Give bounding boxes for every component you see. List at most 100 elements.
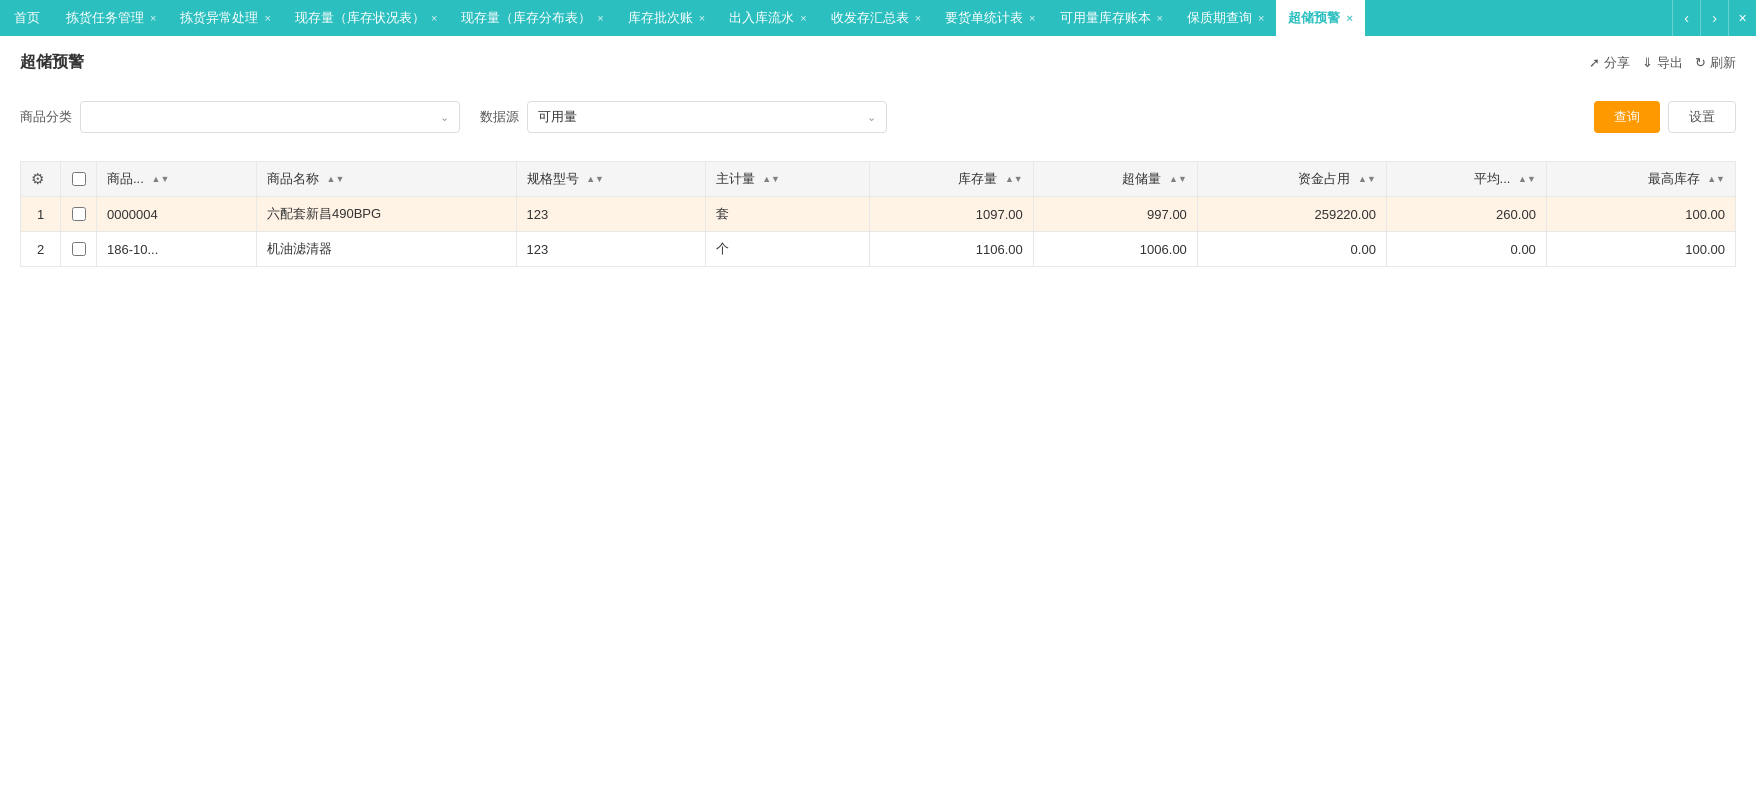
nav-tab-11[interactable]: 超储预警 × (1276, 0, 1364, 36)
refresh-button[interactable]: ↻ 刷新 (1695, 54, 1736, 72)
nav-next-button[interactable]: › (1700, 0, 1728, 36)
nav-prev-button[interactable]: ‹ (1672, 0, 1700, 36)
col-header-settings: ⚙ (21, 162, 61, 197)
sort-icon: ▲▼ (151, 175, 169, 184)
share-button[interactable]: ➚ 分享 (1589, 54, 1630, 72)
sort-icon: ▲▼ (1707, 175, 1725, 184)
nav-tab-2[interactable]: 拣货异常处理 × (168, 0, 282, 36)
row-unit-2: 个 (705, 232, 869, 267)
page-header: 超储预警 ➚ 分享 ⇓ 导出 ↻ 刷新 (20, 52, 1736, 73)
row-avg-2: 0.00 (1386, 232, 1546, 267)
close-icon[interactable]: × (699, 12, 705, 24)
nav-tab-6[interactable]: 出入库流水 × (717, 0, 818, 36)
nav-tab-8[interactable]: 要货单统计表 × (933, 0, 1047, 36)
share-label: 分享 (1604, 54, 1630, 72)
datasource-label: 数据源 (480, 108, 519, 126)
row-index-1: 1 (21, 197, 61, 232)
row-select-checkbox-2[interactable] (72, 242, 86, 256)
row-product-name-2: 机油滤清器 (256, 232, 516, 267)
top-nav: 首页 拣货任务管理 × 拣货异常处理 × 现存量（库存状况表） × 现存量（库存… (0, 0, 1756, 36)
row-capital-2: 0.00 (1197, 232, 1386, 267)
nav-tab-10[interactable]: 保质期查询 × (1175, 0, 1276, 36)
nav-tab-1-label: 拣货任务管理 (66, 9, 144, 27)
row-spec-1: 123 (516, 197, 705, 232)
share-icon: ➚ (1589, 55, 1600, 70)
sort-icon: ▲▼ (1518, 175, 1536, 184)
row-index-2: 2 (21, 232, 61, 267)
col-header-product-name[interactable]: 商品名称 ▲▼ (256, 162, 516, 197)
col-header-max-stock[interactable]: 最高库存 ▲▼ (1546, 162, 1735, 197)
col-header-product-code[interactable]: 商品... ▲▼ (97, 162, 257, 197)
nav-tab-10-label: 保质期查询 (1187, 9, 1252, 27)
table-header-row: ⚙ 商品... ▲▼ 商品名称 ▲▼ 规格型号 ▲▼ (21, 162, 1736, 197)
nav-home[interactable]: 首页 (0, 0, 54, 36)
refresh-icon: ↻ (1695, 55, 1706, 70)
page-content: 超储预警 ➚ 分享 ⇓ 导出 ↻ 刷新 商品分类 ⌄ 数据源 (0, 36, 1756, 800)
nav-tab-9[interactable]: 可用量库存账本 × (1048, 0, 1175, 36)
row-product-code-1: 0000004 (97, 197, 257, 232)
nav-tab-9-label: 可用量库存账本 (1060, 9, 1151, 27)
sort-icon: ▲▼ (762, 175, 780, 184)
nav-tab-3-label: 现存量（库存状况表） (295, 9, 425, 27)
category-select[interactable]: ⌄ (80, 101, 460, 133)
col-header-stock[interactable]: 库存量 ▲▼ (869, 162, 1033, 197)
row-overstock-2: 1006.00 (1033, 232, 1197, 267)
select-all-checkbox[interactable] (72, 172, 86, 186)
row-select-checkbox-1[interactable] (72, 207, 86, 221)
sort-icon: ▲▼ (327, 175, 345, 184)
col-header-avg[interactable]: 平均... ▲▼ (1386, 162, 1546, 197)
close-icon[interactable]: × (1157, 12, 1163, 24)
row-checkbox-1 (61, 197, 97, 232)
header-actions: ➚ 分享 ⇓ 导出 ↻ 刷新 (1589, 54, 1736, 72)
chevron-down-icon: ⌄ (867, 111, 876, 124)
datasource-select[interactable]: 可用量 ⌄ (527, 101, 887, 133)
row-checkbox-2 (61, 232, 97, 267)
sort-icon: ▲▼ (1358, 175, 1376, 184)
nav-arrows: ‹ › × (1672, 0, 1756, 36)
sort-icon: ▲▼ (1005, 175, 1023, 184)
close-icon[interactable]: × (264, 12, 270, 24)
gear-icon[interactable]: ⚙ (31, 170, 44, 187)
sort-icon: ▲▼ (1169, 175, 1187, 184)
row-stock-1: 1097.00 (869, 197, 1033, 232)
col-header-overstock[interactable]: 超储量 ▲▼ (1033, 162, 1197, 197)
close-icon[interactable]: × (915, 12, 921, 24)
chevron-down-icon: ⌄ (440, 111, 449, 124)
nav-tab-4[interactable]: 现存量（库存分布表） × (449, 0, 615, 36)
close-icon[interactable]: × (800, 12, 806, 24)
col-header-unit[interactable]: 主计量 ▲▼ (705, 162, 869, 197)
nav-close-button[interactable]: × (1728, 0, 1756, 36)
row-max-stock-1: 100.00 (1546, 197, 1735, 232)
nav-tab-5[interactable]: 库存批次账 × (616, 0, 717, 36)
close-icon[interactable]: × (1346, 12, 1352, 24)
settings-button[interactable]: 设置 (1668, 101, 1736, 133)
nav-tab-7[interactable]: 收发存汇总表 × (819, 0, 933, 36)
close-icon[interactable]: × (597, 12, 603, 24)
row-product-name-1: 六配套新昌490BPG (256, 197, 516, 232)
col-header-spec[interactable]: 规格型号 ▲▼ (516, 162, 705, 197)
col-header-checkbox (61, 162, 97, 197)
close-icon[interactable]: × (150, 12, 156, 24)
sort-icon: ▲▼ (586, 175, 604, 184)
data-table: ⚙ 商品... ▲▼ 商品名称 ▲▼ 规格型号 ▲▼ (20, 161, 1736, 267)
export-button[interactable]: ⇓ 导出 (1642, 54, 1683, 72)
nav-tab-6-label: 出入库流水 (729, 9, 794, 27)
query-button[interactable]: 查询 (1594, 101, 1660, 133)
row-capital-1: 259220.00 (1197, 197, 1386, 232)
close-icon[interactable]: × (431, 12, 437, 24)
refresh-label: 刷新 (1710, 54, 1736, 72)
filter-category-item: 商品分类 ⌄ (20, 101, 460, 133)
nav-tab-1[interactable]: 拣货任务管理 × (54, 0, 168, 36)
nav-tab-3[interactable]: 现存量（库存状况表） × (283, 0, 449, 36)
col-header-capital[interactable]: 资金占用 ▲▼ (1197, 162, 1386, 197)
close-icon[interactable]: × (1029, 12, 1035, 24)
nav-tab-8-label: 要货单统计表 (945, 9, 1023, 27)
category-label: 商品分类 (20, 108, 72, 126)
close-icon[interactable]: × (1258, 12, 1264, 24)
filter-area: 商品分类 ⌄ 数据源 可用量 ⌄ 查询 设置 (20, 89, 1736, 145)
row-avg-1: 260.00 (1386, 197, 1546, 232)
row-max-stock-2: 100.00 (1546, 232, 1735, 267)
row-product-code-2: 186-10... (97, 232, 257, 267)
nav-tab-4-label: 现存量（库存分布表） (461, 9, 591, 27)
page-title: 超储预警 (20, 52, 84, 73)
